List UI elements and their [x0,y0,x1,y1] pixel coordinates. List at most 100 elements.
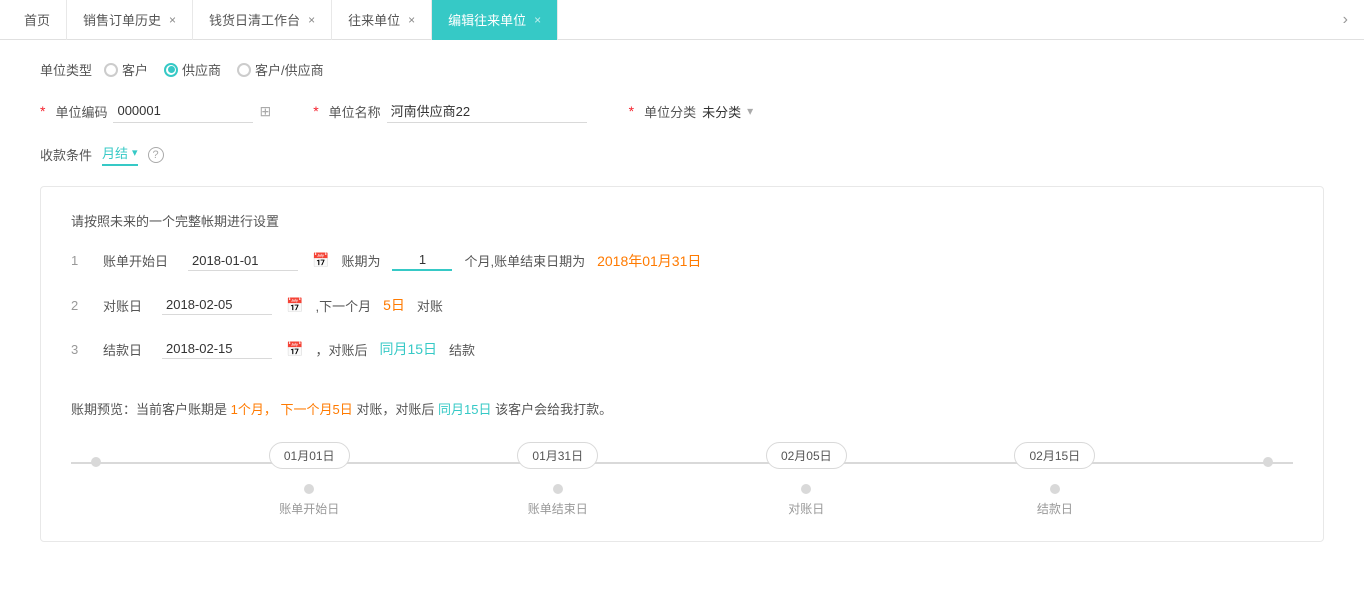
timeline-start-dot [91,442,101,467]
radio-supplier-circle [164,63,178,77]
preview-prefix: 账期预览：当前客户账期是 [71,402,227,417]
payment-date-label: 结款日 [103,340,142,359]
row-num-1: 1 [71,253,91,268]
payment-prefix: ，对账后 [315,340,367,359]
preview-section: 账期预览：当前客户账期是 1个月， 下一个月5日 对账，对账后 同月15日 该客… [71,383,1293,517]
unit-name-input[interactable] [387,99,587,123]
period-value-input[interactable] [392,250,452,271]
tab-cash-work-station-close[interactable]: × [308,13,315,27]
timeline-start-circle [91,457,101,467]
timeline-end-circle [1263,457,1273,467]
start-date-input[interactable] [188,251,298,271]
tab-cash-work-station-label: 钱货日清工作台 [209,10,300,29]
reconcile-date-calendar-icon[interactable]: 📅 [286,297,303,314]
preview-end: 该客户会给我打款。 [495,402,612,417]
tab-sales-order-history[interactable]: 销售订单历史 × [67,0,193,40]
timeline-label-1: 账单开始日 [279,500,339,517]
timeline-point-3: 02月05日 对账日 [766,442,847,517]
radio-both[interactable]: 客户/供应商 [237,60,324,79]
timeline-container: 01月01日 账单开始日 01月31日 账单结束日 02月05日 [71,442,1293,517]
radio-customer-label: 客户 [122,60,148,79]
payment-suffix: 结款 [449,340,475,359]
payment-date-row: 3 结款日 📅 ，对账后 同月15日 结款 [71,339,1293,359]
unit-category-value: 未分类 [702,102,741,121]
timeline-point-4: 02月15日 结款日 [1014,442,1095,517]
tab-edit-counterpart-unit[interactable]: 编辑往来单位 × [432,0,558,40]
start-date-label: 账单开始日 [103,251,168,270]
reconcile-suffix: 对账 [417,296,443,315]
radio-supplier-label: 供应商 [182,60,221,79]
main-content: 单位类型 客户 供应商 客户/供应商 * 单位编码 ⊞ * 单位名称 [0,40,1364,608]
tab-home-label: 首页 [24,10,50,29]
timeline-label-2: 账单结束日 [528,500,588,517]
timeline-dot-4 [1050,484,1060,494]
period-unit-text: 个月,账单结束日期为 [464,251,585,270]
tab-sales-order-history-close[interactable]: × [169,13,176,27]
timeline-bubble-2: 01月31日 [517,442,598,469]
start-date-calendar-icon[interactable]: 📅 [312,252,329,269]
preview-text: 账期预览：当前客户账期是 1个月， 下一个月5日 对账，对账后 同月15日 该客… [71,399,1293,418]
tab-edit-counterpart-unit-label: 编辑往来单位 [448,10,526,29]
timeline-label-3: 对账日 [788,500,824,517]
payment-day-highlight: 同月15日 [379,339,437,359]
reconcile-date-label: 对账日 [103,296,142,315]
payment-condition-label: 收款条件 [40,145,92,164]
preview-months: 1个月， [231,402,277,417]
start-date-row: 1 账单开始日 📅 账期为 个月,账单结束日期为 2018年01月31日 [71,250,1293,271]
reconcile-date-input[interactable] [162,295,272,315]
timeline-bubble-3: 02月05日 [766,442,847,469]
unit-category-star: * [629,103,634,119]
radio-both-label: 客户/供应商 [255,60,324,79]
period-label: 账期为 [341,251,380,270]
radio-supplier[interactable]: 供应商 [164,60,221,79]
radio-customer-circle [104,63,118,77]
tab-counterpart-unit-close[interactable]: × [408,13,415,27]
unit-name-label: 单位名称 [329,102,381,121]
row-num-3: 3 [71,342,91,357]
preview-mid: 对账，对账后 [356,402,434,417]
inner-box-title: 请按照未来的一个完整帐期进行设置 [71,211,1293,230]
payment-date-input[interactable] [162,339,272,359]
copy-icon[interactable]: ⊞ [259,103,271,120]
tab-counterpart-unit[interactable]: 往来单位 × [332,0,432,40]
payment-date-calendar-icon[interactable]: 📅 [286,341,303,358]
tab-sales-order-history-label: 销售订单历史 [83,10,161,29]
timeline-dot-3 [801,484,811,494]
unit-code-label: 单位编码 [55,102,107,121]
preview-payment: 同月15日 [438,402,491,417]
unit-category-group: * 单位分类 未分类 ▾ [629,102,754,121]
timeline-bubble-1: 01月01日 [269,442,350,469]
tab-home[interactable]: 首页 [8,0,67,40]
unit-type-row: 单位类型 客户 供应商 客户/供应商 [40,60,1324,79]
timeline-end-dot [1263,442,1273,467]
preview-reconcile: 下一个月5日 [281,402,353,417]
unit-name-star: * [313,103,318,119]
payment-condition-row: 收款条件 月结 ▾ ? [40,143,1324,166]
tab-overflow-arrow[interactable]: › [1335,11,1356,29]
unit-category-arrow: ▾ [747,104,753,118]
timeline-dot-2 [553,484,563,494]
reconcile-date-row: 2 对账日 📅 ,下一个月 5日 对账 [71,295,1293,315]
tab-edit-counterpart-unit-close[interactable]: × [534,13,541,27]
unit-type-label: 单位类型 [40,60,92,79]
unit-category-label: 单位分类 [644,102,696,121]
timeline-label-4: 结款日 [1037,500,1073,517]
unit-code-group: * 单位编码 ⊞ [40,99,271,123]
tab-bar: 首页 销售订单历史 × 钱货日清工作台 × 往来单位 × 编辑往来单位 × › [0,0,1364,40]
timeline-dot-1 [304,484,314,494]
row-num-2: 2 [71,298,91,313]
timeline-bubble-4: 02月15日 [1014,442,1095,469]
reconcile-day-highlight: 5日 [383,295,405,315]
unit-category-dropdown[interactable]: 未分类 ▾ [702,102,753,121]
help-icon[interactable]: ? [148,147,164,163]
period-settings-box: 请按照未来的一个完整帐期进行设置 1 账单开始日 📅 账期为 个月,账单结束日期… [40,186,1324,542]
end-date-highlight: 2018年01月31日 [597,251,701,271]
unit-code-input[interactable] [113,99,253,123]
timeline-points: 01月01日 账单开始日 01月31日 账单结束日 02月05日 [91,442,1273,517]
tab-cash-work-station[interactable]: 钱货日清工作台 × [193,0,332,40]
payment-condition-select[interactable]: 月结 ▾ [102,143,138,166]
unit-info-row: * 单位编码 ⊞ * 单位名称 * 单位分类 未分类 ▾ [40,99,1324,123]
radio-customer[interactable]: 客户 [104,60,148,79]
unit-name-group: * 单位名称 [313,99,586,123]
radio-both-circle [237,63,251,77]
